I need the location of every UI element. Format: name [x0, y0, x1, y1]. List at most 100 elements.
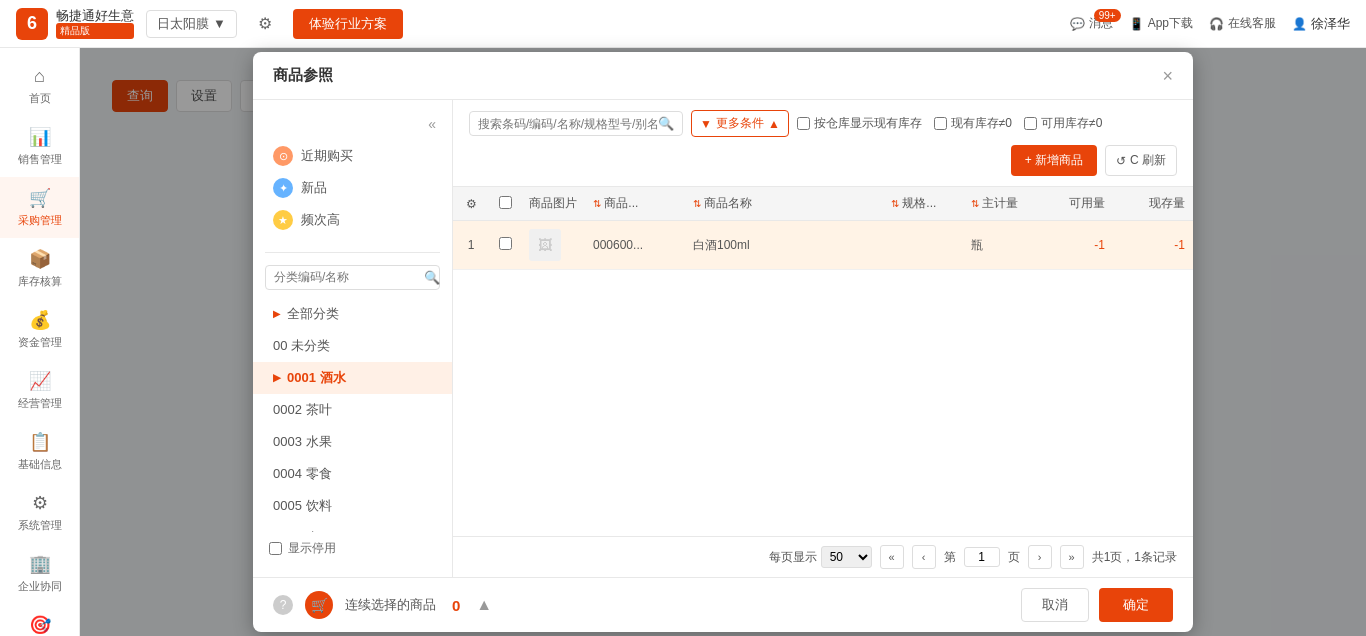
- pagination: 每页显示 50 100 200 « ‹ 第 页: [453, 536, 1193, 577]
- row-name: 白酒100ml: [685, 221, 883, 270]
- cat-item-0001[interactable]: ▶ 0001 酒水: [253, 362, 452, 394]
- layout: ⌂ 首页 📊 销售管理 🛒 采购管理 📦 库存核算 💰 资金管理 📈 经营管理 …: [0, 48, 1366, 636]
- product-table: ⚙ 商品图片 ⇅ 商品... ⇅ 商品名称: [453, 187, 1193, 270]
- sidebar-item-home[interactable]: ⌂ 首页: [0, 56, 79, 116]
- cat-item-0008[interactable]: 0008 水: [253, 522, 452, 532]
- sidebar-item-ops[interactable]: 📈 经营管理: [0, 360, 79, 421]
- col-unit-header[interactable]: ⇅ 主计量: [963, 187, 1033, 221]
- col-spec-header[interactable]: ⇅ 规格...: [883, 187, 963, 221]
- col-check-all[interactable]: [489, 187, 521, 221]
- show-disabled-area[interactable]: 显示停用: [253, 532, 452, 565]
- add-product-button[interactable]: + 新增商品: [1011, 145, 1097, 176]
- app-download-nav[interactable]: 📱 App下载: [1129, 15, 1193, 32]
- last-page-button[interactable]: »: [1060, 545, 1084, 569]
- phone-icon: 📱: [1129, 17, 1144, 31]
- headphone-icon: 🎧: [1209, 17, 1224, 31]
- page-number-input[interactable]: [964, 547, 1000, 567]
- row-checkbox[interactable]: [499, 237, 512, 250]
- cat-item-all[interactable]: ▶ 全部分类: [253, 298, 452, 330]
- cat-item-0005[interactable]: 0005 饮料: [253, 490, 452, 522]
- sidebar-item-finance[interactable]: 💰 资金管理: [0, 299, 79, 360]
- more-filter-button[interactable]: ▼ 更多条件 ▲: [691, 110, 789, 137]
- help-icon[interactable]: ?: [273, 595, 293, 615]
- refresh-product-button[interactable]: ↺ C 刷新: [1105, 145, 1177, 176]
- basic-icon: 📋: [29, 431, 51, 453]
- modal-right-panel: 🔍 ▼ 更多条件 ▲ 按仓库显示现有库存: [453, 100, 1193, 577]
- sidebar-item-purchase[interactable]: 🛒 采购管理: [0, 177, 79, 238]
- sales-icon: 📊: [29, 126, 51, 148]
- product-search-icon[interactable]: 🔍: [658, 116, 674, 131]
- cat-item-0002[interactable]: 0002 茶叶: [253, 394, 452, 426]
- cart-icon[interactable]: 🛒: [305, 591, 333, 619]
- row-code: 000600...: [585, 221, 685, 270]
- cat-item-0003[interactable]: 0003 水果: [253, 426, 452, 458]
- settings-icon[interactable]: ⚙: [249, 8, 281, 40]
- col-stock-header: 现存量: [1113, 187, 1193, 221]
- sidebar-item-basic[interactable]: 📋 基础信息: [0, 421, 79, 482]
- show-disabled-checkbox[interactable]: [269, 542, 282, 555]
- prev-page-button[interactable]: ‹: [912, 545, 936, 569]
- purchase-icon: 🛒: [29, 187, 51, 209]
- finance-icon: 💰: [29, 309, 51, 331]
- cat-item-0004[interactable]: 0004 零食: [253, 458, 452, 490]
- warehouse-checkbox-input[interactable]: [797, 117, 810, 130]
- corp-icon: 🏢: [29, 553, 51, 575]
- first-page-button[interactable]: «: [880, 545, 904, 569]
- home-icon: ⌂: [34, 66, 45, 87]
- row-unit: 瓶: [963, 221, 1033, 270]
- col-code-header[interactable]: ⇅ 商品...: [585, 187, 685, 221]
- col-name-header[interactable]: ⇅ 商品名称: [685, 187, 883, 221]
- message-icon: 💬: [1070, 17, 1085, 31]
- store-selector[interactable]: 日太阳膜 ▼: [146, 10, 237, 38]
- avail-neq0-checkbox-input[interactable]: [1024, 117, 1037, 130]
- cancel-button[interactable]: 取消: [1021, 588, 1089, 622]
- top-nav-right: 💬 消息 99+ 📱 App下载 🎧 在线客服 👤 徐泽华: [1070, 15, 1350, 33]
- quick-nav-new[interactable]: ✦ 新品: [265, 172, 440, 204]
- next-page-button[interactable]: ›: [1028, 545, 1052, 569]
- guide-icon: 🎯: [29, 614, 51, 636]
- cat-item-00[interactable]: 00 未分类: [253, 330, 452, 362]
- logo-badge: 精品版: [56, 23, 134, 39]
- modal-overlay: 商品参照 × « ⊙ 近期购买: [80, 48, 1366, 636]
- page-size-wrap: 每页显示 50 100 200: [769, 546, 872, 568]
- sidebar-item-system[interactable]: ⚙ 系统管理: [0, 482, 79, 543]
- category-search-icon[interactable]: 🔍: [424, 270, 440, 285]
- stock-neq0-checkbox-input[interactable]: [934, 117, 947, 130]
- sidebar-item-sales[interactable]: 📊 销售管理: [0, 116, 79, 177]
- page-size-select[interactable]: 50 100 200: [821, 546, 872, 568]
- quick-nav-freq[interactable]: ★ 频次高: [265, 204, 440, 236]
- table-row[interactable]: 1 🖼 000600... 白酒100ml: [453, 221, 1193, 270]
- divider: [265, 252, 440, 253]
- modal-close-button[interactable]: ×: [1162, 67, 1173, 85]
- row-avail: -1: [1033, 221, 1113, 270]
- category-list: ▶ 全部分类 00 未分类 ▶ 0001 酒水 0002 茶: [253, 294, 452, 532]
- row-checkbox-cell[interactable]: [489, 221, 521, 270]
- product-search-input[interactable]: [478, 117, 658, 131]
- sidebar-item-corp[interactable]: 🏢 企业协同: [0, 543, 79, 604]
- sidebar-item-inventory[interactable]: 📦 库存核算: [0, 238, 79, 299]
- message-nav[interactable]: 💬 消息 99+: [1070, 15, 1113, 32]
- new-icon: ✦: [273, 178, 293, 198]
- product-search-wrap: 🔍: [469, 111, 683, 136]
- arrow-active-icon: ▶: [273, 372, 281, 383]
- sort-unit-icon: ⇅: [971, 198, 979, 209]
- checkbox-warehouse[interactable]: 按仓库显示现有库存: [797, 115, 922, 132]
- user-avatar[interactable]: 👤 徐泽华: [1292, 15, 1350, 33]
- modal-body: « ⊙ 近期购买 ✦ 新品 ★: [253, 100, 1193, 577]
- checkbox-avail-neq0[interactable]: 可用库存≠0: [1024, 115, 1102, 132]
- sidebar: ⌂ 首页 📊 销售管理 🛒 采购管理 📦 库存核算 💰 资金管理 📈 经营管理 …: [0, 48, 80, 636]
- quick-nav-recent[interactable]: ⊙ 近期购买: [265, 140, 440, 172]
- service-nav[interactable]: 🎧 在线客服: [1209, 15, 1276, 32]
- row-num: 1: [453, 221, 489, 270]
- collapse-cart-button[interactable]: ▲: [476, 596, 492, 614]
- checkbox-stock-neq0[interactable]: 现有库存≠0: [934, 115, 1012, 132]
- collapse-panel-button[interactable]: «: [424, 112, 440, 136]
- toolbar-right: + 新增商品 ↺ C 刷新: [1011, 145, 1177, 176]
- trial-button[interactable]: 体验行业方案: [293, 9, 403, 39]
- confirm-button[interactable]: 确定: [1099, 588, 1173, 622]
- sidebar-item-guide[interactable]: 🎯 新手引导: [0, 604, 79, 636]
- col-avail-header: 可用量: [1033, 187, 1113, 221]
- col-settings[interactable]: ⚙: [453, 187, 489, 221]
- category-search-input[interactable]: [274, 270, 424, 284]
- check-all-checkbox[interactable]: [499, 196, 512, 209]
